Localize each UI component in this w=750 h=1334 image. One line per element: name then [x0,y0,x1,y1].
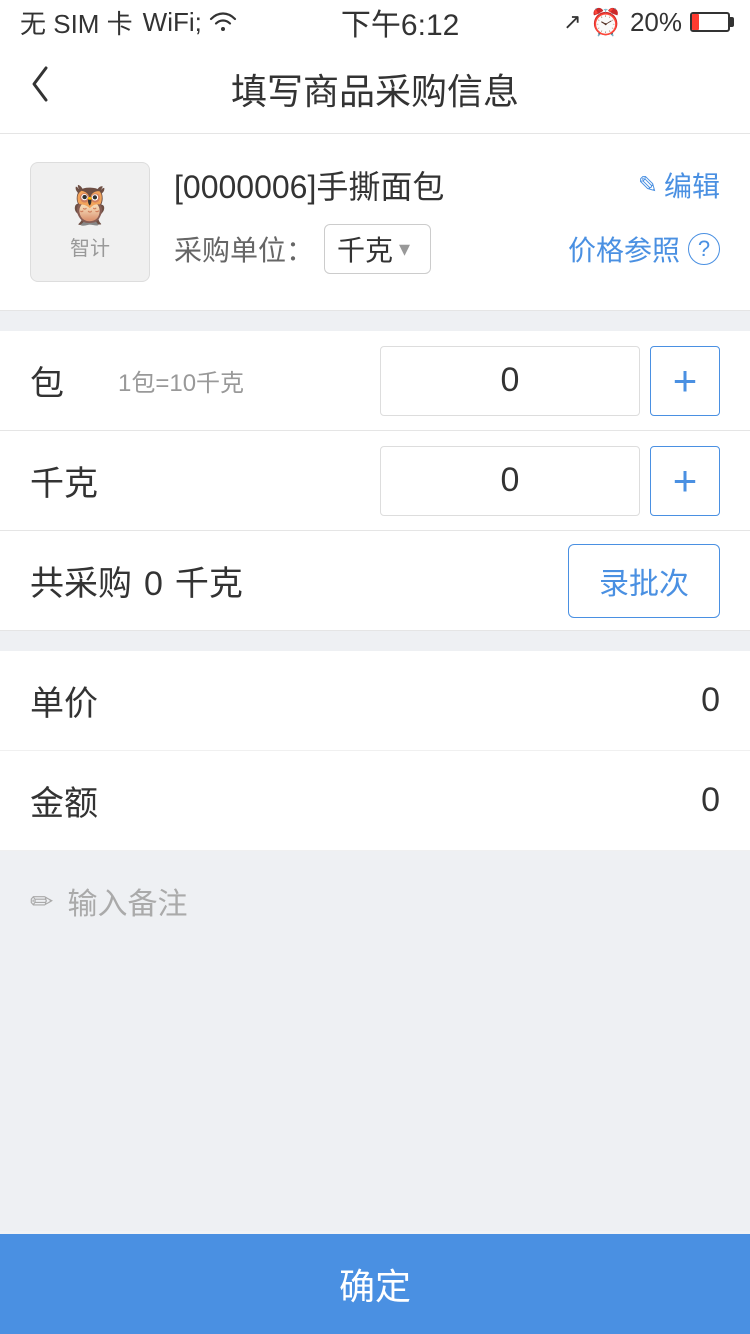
edit-label: 编辑 [664,165,720,205]
bag-input-row: 包 1包=10千克 0 + [0,331,750,431]
alarm-icon: ⏰ [590,7,622,38]
price-ref-label: 价格参照 [568,229,680,269]
price-ref-button[interactable]: 价格参照 ? [568,229,720,269]
product-card: 🦉 智计 [0000006]手撕面包 ✎ 编辑 采购单位： 千克 ▾ 价格参照 … [0,134,750,311]
location-icon: ↗ [563,9,581,35]
back-button[interactable] [28,64,52,114]
detail-section: 单价 0 金额 0 [0,651,750,851]
price-row: 单价 0 [0,651,750,751]
product-name: [0000006]手撕面包 [174,162,444,208]
bag-input[interactable]: 0 [380,346,640,416]
bag-sublabel: 1包=10千克 [118,363,244,398]
total-row: 共采购 0 千克 录批次 [0,531,750,631]
status-bar: 无 SIM 卡 WiFi; 下午6:12 ↗ ⏰ 20% [0,0,750,44]
price-ref-icon: ? [688,233,720,265]
kg-value: 0 [501,461,520,500]
total-prefix: 共采购 [30,565,132,603]
product-image-icon: 🦉 [66,184,113,228]
price-value: 0 [701,681,720,720]
total-label: 共采购 0 千克 [30,556,243,605]
kg-plus-button[interactable]: + [650,446,720,516]
sim-text: 无 SIM 卡 [20,4,133,41]
amount-row: 金额 0 [0,751,750,851]
section-divider-2 [0,631,750,651]
wifi-icon: WiFi; [143,7,237,38]
unit-select[interactable]: 千克 ▾ [324,224,431,274]
amount-label: 金额 [30,776,98,825]
unit-dropdown-icon: ▾ [399,236,410,262]
product-meta: 采购单位： 千克 ▾ 价格参照 ? [174,224,720,274]
edit-icon: ✎ [638,171,658,200]
record-batch-button[interactable]: 录批次 [568,544,720,618]
input-section: 包 1包=10千克 0 + 千克 0 + 共采购 0 千克 录批次 [0,331,750,631]
amount-value: 0 [701,781,720,820]
product-image-label: 智计 [70,232,110,261]
status-left: 无 SIM 卡 WiFi; [20,4,237,41]
empty-content-area [0,951,750,1231]
notes-section[interactable]: ✏ 输入备注 [0,851,750,951]
notes-icon: ✏ [30,885,53,918]
section-divider-1 [0,311,750,331]
page-title: 填写商品采购信息 [231,63,519,115]
unit-value: 千克 [337,229,393,269]
price-label: 单价 [30,676,98,725]
total-value: 0 [144,565,163,603]
kg-input-row: 千克 0 + [0,431,750,531]
confirm-button[interactable]: 确定 [0,1234,750,1334]
product-info: [0000006]手撕面包 ✎ 编辑 采购单位： 千克 ▾ 价格参照 ? [174,162,720,274]
unit-prefix: 采购单位： [174,229,314,269]
notes-placeholder: 输入备注 [67,879,187,923]
kg-input[interactable]: 0 [380,446,640,516]
product-image: 🦉 智计 [30,162,150,282]
bag-label: 包 [30,356,110,405]
nav-bar: 填写商品采购信息 [0,44,750,134]
status-right: ↗ ⏰ 20% [563,7,730,38]
battery-percent: 20% [630,7,682,38]
battery-icon [690,12,730,32]
bag-plus-button[interactable]: + [650,346,720,416]
product-header: [0000006]手撕面包 ✎ 编辑 [174,162,720,208]
status-time: 下午6:12 [341,0,459,44]
kg-label: 千克 [30,456,110,505]
edit-button[interactable]: ✎ 编辑 [638,165,720,205]
unit-label: 采购单位： 千克 ▾ [174,224,431,274]
total-unit: 千克 [175,565,243,603]
bag-value: 0 [501,361,520,400]
